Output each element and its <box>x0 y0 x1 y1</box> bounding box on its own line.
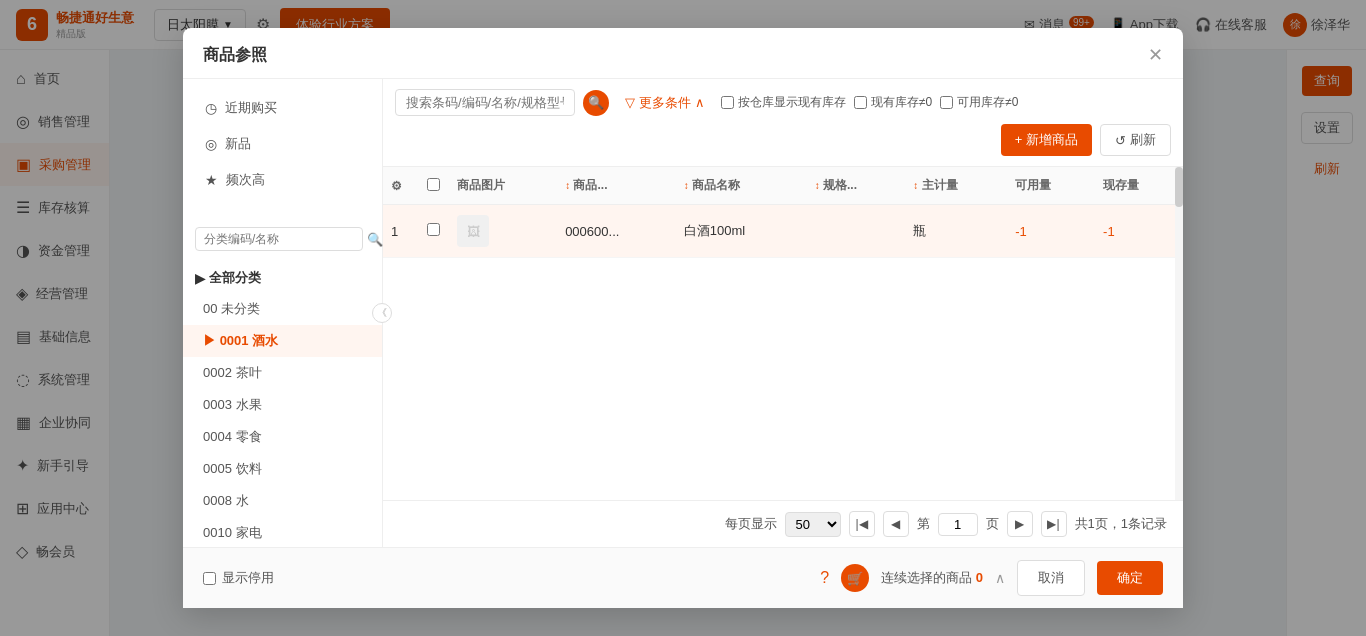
table-row[interactable]: 1 🖼 000600... 白酒100ml 瓶 -1 -1 <box>383 205 1183 258</box>
table-header-row: ⚙ 商品图片 ↕ 商品... ↕ <box>383 167 1183 205</box>
row-checkbox[interactable] <box>427 223 440 236</box>
tree-item-0001[interactable]: ▶ 0001 酒水 <box>183 325 382 357</box>
tab-new[interactable]: ◎ 新品 <box>195 127 370 161</box>
check-current[interactable]: 现有库存≠0 <box>854 94 932 111</box>
col-name[interactable]: ↕ 商品名称 <box>676 167 807 205</box>
modal-footer: 显示停用 ? 🛒 连续选择的商品 0 ∧ 取消 确定 <box>183 547 1183 608</box>
category-search-input[interactable] <box>195 227 363 251</box>
search-input[interactable] <box>395 89 575 116</box>
sort-spec-icon: ↕ <box>815 180 820 191</box>
col-spec[interactable]: ↕ 规格... <box>807 167 906 205</box>
available-checkbox[interactable] <box>940 96 953 109</box>
cell-name: 白酒100ml <box>676 205 807 258</box>
more-conditions[interactable]: ▽ 更多条件 ∧ <box>617 90 713 116</box>
filter-actions: + 新增商品 ↺ 刷新 <box>1001 124 1171 156</box>
tree-item-0008[interactable]: 0008 水 <box>183 485 382 517</box>
check-warehouse[interactable]: 按仓库显示现有库存 <box>721 94 846 111</box>
modal-header: 商品参照 ✕ <box>183 28 1183 79</box>
chevron-up-icon[interactable]: ∧ <box>995 570 1005 586</box>
filter-icon: ▽ <box>625 95 635 110</box>
disabled-checkbox[interactable] <box>203 572 216 585</box>
search-icon[interactable]: 🔍 <box>367 232 383 247</box>
col-settings[interactable]: ⚙ <box>383 167 419 205</box>
close-icon[interactable]: ✕ <box>1148 44 1163 66</box>
current-checkbox[interactable] <box>854 96 867 109</box>
tree-item-0004[interactable]: 0004 零食 <box>183 421 382 453</box>
tree-item-00[interactable]: 00 未分类 <box>183 293 382 325</box>
star-icon: ★ <box>205 172 218 188</box>
scrollbar-thumb[interactable] <box>1175 167 1183 207</box>
page-size-select[interactable]: 50 10 20 100 <box>785 512 841 537</box>
scrollbar-track <box>1175 167 1183 500</box>
warehouse-checkbox[interactable] <box>721 96 734 109</box>
triangle-icon: ▶ <box>195 271 205 286</box>
cell-seq: 1 <box>383 205 419 258</box>
add-product-button[interactable]: + 新增商品 <box>1001 124 1092 156</box>
search-button[interactable]: 🔍 <box>583 90 609 116</box>
tree-item-0003[interactable]: 0003 水果 <box>183 389 382 421</box>
tab-frequent[interactable]: ★ 频次高 <box>195 163 370 197</box>
filter-bar: 🔍 ▽ 更多条件 ∧ 按仓库显示现有库存 现有库存≠0 <box>383 79 1183 167</box>
select-all-checkbox[interactable] <box>427 178 440 191</box>
show-disabled-check[interactable]: 显示停用 <box>203 569 274 587</box>
cell-available: -1 <box>1007 205 1095 258</box>
tree-item-0005[interactable]: 0005 饮料 <box>183 453 382 485</box>
check-available[interactable]: 可用库存≠0 <box>940 94 1018 111</box>
col-unit[interactable]: ↕ 主计量 <box>905 167 1007 205</box>
col-available: 可用量 <box>1007 167 1095 205</box>
modal-title: 商品参照 <box>203 45 267 66</box>
tab-recent[interactable]: ◷ 近期购买 <box>195 91 370 125</box>
sort-name-icon: ↕ <box>684 180 689 191</box>
last-page-button[interactable]: ▶| <box>1041 511 1067 537</box>
new-icon: ◎ <box>205 136 217 152</box>
cell-image: 🖼 <box>449 205 557 258</box>
cancel-button[interactable]: 取消 <box>1017 560 1085 596</box>
cart-count: 0 <box>976 570 983 585</box>
col-image: 商品图片 <box>449 167 557 205</box>
modal-body: 《 ◷ 近期购买 ◎ 新品 ★ 频次高 <box>183 79 1183 547</box>
left-panel: 《 ◷ 近期购买 ◎ 新品 ★ 频次高 <box>183 79 383 547</box>
product-table: ⚙ 商品图片 ↕ 商品... ↕ <box>383 167 1183 258</box>
cell-code: 000600... <box>557 205 676 258</box>
active-arrow: ▶ <box>203 333 220 348</box>
modal-overlay: 商品参照 ✕ 《 ◷ 近期购买 ◎ 新品 <box>0 0 1366 636</box>
refresh-button[interactable]: ↺ 刷新 <box>1100 124 1171 156</box>
cell-checkbox[interactable] <box>419 205 449 258</box>
col-code[interactable]: ↕ 商品... <box>557 167 676 205</box>
right-panel: 🔍 ▽ 更多条件 ∧ 按仓库显示现有库存 现有库存≠0 <box>383 79 1183 547</box>
chevron-up-icon: ∧ <box>695 95 705 110</box>
left-tabs: ◷ 近期购买 ◎ 新品 ★ 频次高 <box>183 91 382 199</box>
modal-dialog: 商品参照 ✕ 《 ◷ 近期购买 ◎ 新品 <box>183 28 1183 608</box>
next-page-button[interactable]: ▶ <box>1007 511 1033 537</box>
sort-icon: ↕ <box>565 180 570 191</box>
cart-icon[interactable]: 🛒 <box>841 564 869 592</box>
refresh-icon: ↺ <box>1115 133 1126 148</box>
tree-root[interactable]: ▶ 全部分类 <box>183 263 382 293</box>
sort-unit-icon: ↕ <box>913 180 918 191</box>
cell-spec <box>807 205 906 258</box>
cell-unit: 瓶 <box>905 205 1007 258</box>
col-checkbox[interactable] <box>419 167 449 205</box>
cell-stock: -1 <box>1095 205 1183 258</box>
product-image: 🖼 <box>457 215 489 247</box>
help-icon[interactable]: ? <box>820 569 829 587</box>
col-stock: 现存量 <box>1095 167 1183 205</box>
prev-page-button[interactable]: ◀ <box>883 511 909 537</box>
product-table-area: ⚙ 商品图片 ↕ 商品... ↕ <box>383 167 1183 500</box>
pagination-bar: 每页显示 50 10 20 100 |◀ ◀ 第 页 ▶ ▶| 共1页，1条记录 <box>383 500 1183 547</box>
page-number-input[interactable] <box>938 513 978 536</box>
category-search-row: 🔍 <box>183 223 382 255</box>
confirm-button[interactable]: 确定 <box>1097 561 1163 595</box>
tree-item-0010[interactable]: 0010 家电 <box>183 517 382 547</box>
recent-icon: ◷ <box>205 100 217 116</box>
tree-item-0002[interactable]: 0002 茶叶 <box>183 357 382 389</box>
first-page-button[interactable]: |◀ <box>849 511 875 537</box>
cart-text: 连续选择的商品 0 <box>881 569 983 587</box>
